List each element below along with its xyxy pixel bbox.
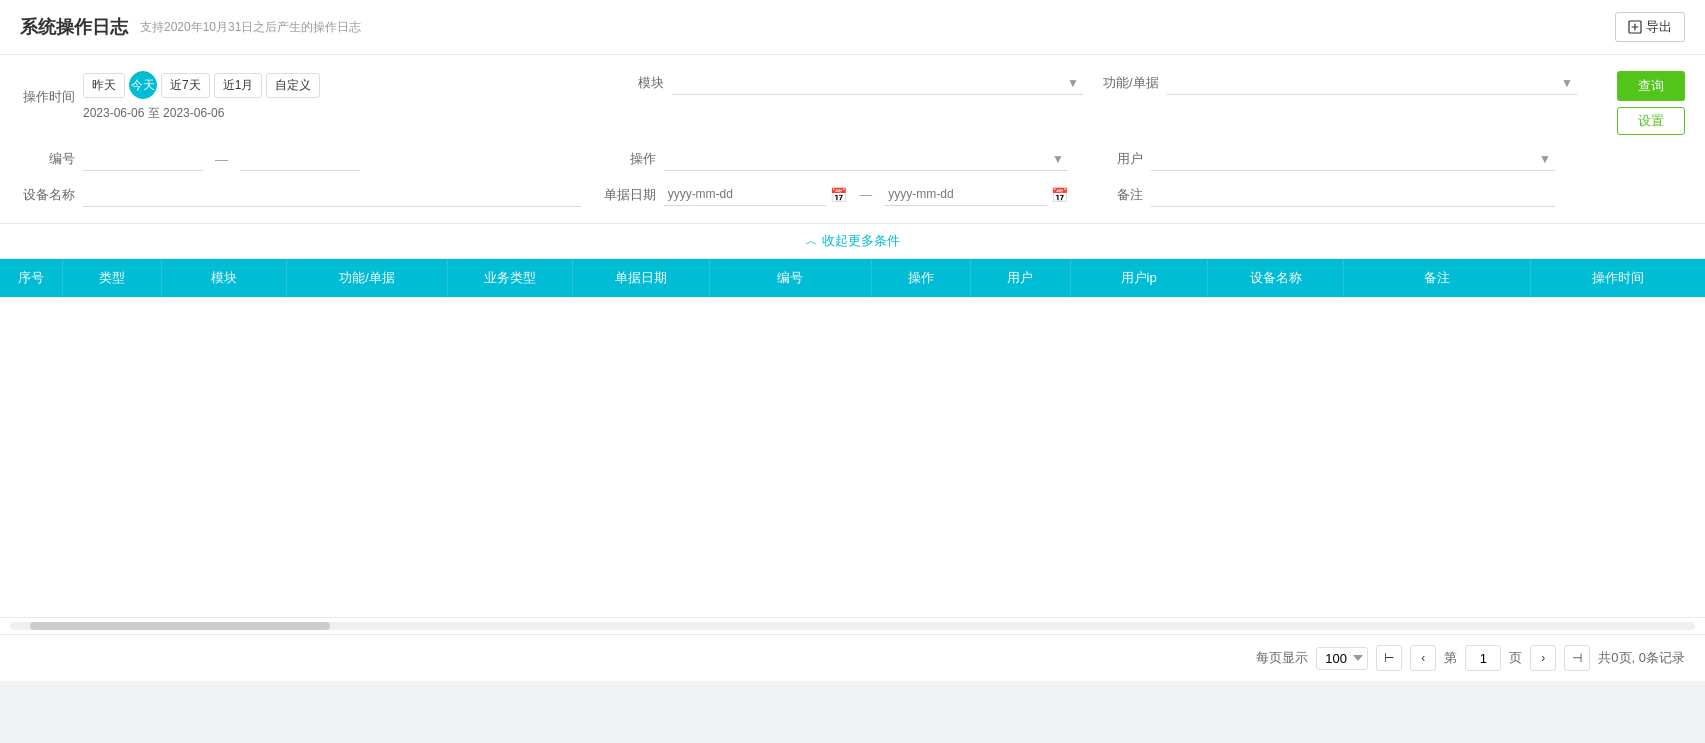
- operation-label: 操作: [601, 150, 656, 168]
- module-select-wrapper: ▼: [672, 71, 1083, 95]
- module-select[interactable]: [672, 71, 1083, 95]
- next-page-button[interactable]: ›: [1530, 645, 1556, 671]
- func-label: 功能/单据: [1103, 74, 1159, 92]
- collapse-bar[interactable]: ︿ 收起更多条件: [0, 224, 1705, 259]
- filter-row-2: 编号 — 操作 ▼ 用户 ▼: [20, 147, 1685, 171]
- page-header: 系统操作日志 支持2020年10月31日之后产生的操作日志 导出: [0, 0, 1705, 55]
- filter-func: 功能/单据 ▼: [1103, 71, 1577, 95]
- table-header-row: 序号 类型 模块 功能/单据 业务类型 单据日期 编号 操作 用户 用户ip 设…: [0, 259, 1705, 297]
- number-input-from[interactable]: [83, 147, 203, 171]
- filter-section: 操作时间 昨天 今天 近7天 近1月 自定义 2023-06-06 至 2023…: [0, 55, 1705, 224]
- prev-page-button[interactable]: ‹: [1410, 645, 1436, 671]
- col-user-ip: 用户ip: [1070, 259, 1207, 297]
- page-text: 第: [1444, 649, 1457, 667]
- date-from-input[interactable]: [664, 183, 827, 206]
- filter-row-1: 操作时间 昨天 今天 近7天 近1月 自定义 2023-06-06 至 2023…: [20, 71, 1685, 135]
- func-select[interactable]: [1167, 71, 1577, 95]
- table-container: 序号 类型 模块 功能/单据 业务类型 单据日期 编号 操作 用户 用户ip 设…: [0, 259, 1705, 617]
- export-label: 导出: [1646, 18, 1672, 36]
- col-remark: 备注: [1344, 259, 1531, 297]
- col-voucher-date: 单据日期: [572, 259, 709, 297]
- filter-operation: 操作 ▼: [601, 147, 1068, 171]
- collapse-icon: ︿: [805, 233, 818, 248]
- time-btn-custom[interactable]: 自定义: [266, 73, 320, 98]
- operation-select[interactable]: [664, 147, 1068, 171]
- time-label: 操作时间: [20, 88, 75, 106]
- filter-row-3: 设备名称 单据日期 📅 — 📅 备注: [20, 183, 1685, 207]
- operation-select-wrapper: ▼: [664, 147, 1068, 171]
- last-page-button[interactable]: ⊣: [1564, 645, 1590, 671]
- date-dash: —: [855, 187, 876, 202]
- scrollbar-track: [10, 622, 1695, 630]
- page-size-wrapper: 20 50 100 200: [1316, 647, 1368, 670]
- total-info: 共0页, 0条记录: [1598, 649, 1685, 667]
- export-icon: [1628, 20, 1642, 34]
- filter-user: 用户 ▼: [1088, 147, 1555, 171]
- number-dash: —: [211, 152, 232, 167]
- device-label: 设备名称: [20, 186, 75, 204]
- col-biz-type: 业务类型: [448, 259, 572, 297]
- filter-time: 操作时间 昨天 今天 近7天 近1月 自定义 2023-06-06 至 2023…: [20, 71, 589, 122]
- page-subtitle: 支持2020年10月31日之后产生的操作日志: [140, 19, 361, 36]
- settings-button[interactable]: 设置: [1617, 107, 1685, 135]
- remark-label: 备注: [1088, 186, 1143, 204]
- time-btn-today[interactable]: 今天: [129, 71, 157, 99]
- collapse-label: 收起更多条件: [822, 233, 900, 248]
- page-label: 页: [1509, 649, 1522, 667]
- filter-voucher-date: 单据日期 📅 — 📅: [601, 183, 1068, 206]
- col-device: 设备名称: [1207, 259, 1344, 297]
- export-button[interactable]: 导出: [1615, 12, 1685, 42]
- device-input[interactable]: [83, 183, 581, 207]
- page-title: 系统操作日志: [20, 15, 128, 39]
- empty-area: [0, 297, 1705, 617]
- time-btn-7days[interactable]: 近7天: [161, 73, 210, 98]
- calendar-to-icon[interactable]: 📅: [1051, 187, 1068, 203]
- pagination: 每页显示 20 50 100 200 ⊢ ‹ 第 页 › ⊣ 共0页, 0条记录: [0, 634, 1705, 681]
- user-select-wrapper: ▼: [1151, 147, 1555, 171]
- user-label: 用户: [1088, 150, 1143, 168]
- first-page-button[interactable]: ⊢: [1376, 645, 1402, 671]
- col-module: 模块: [162, 259, 286, 297]
- date-from-wrapper: 📅: [664, 183, 848, 206]
- remark-input[interactable]: [1151, 183, 1555, 207]
- filter-number: 编号 —: [20, 147, 581, 171]
- user-select[interactable]: [1151, 147, 1555, 171]
- col-user: 用户: [971, 259, 1071, 297]
- page-size-select[interactable]: 20 50 100 200: [1316, 647, 1368, 670]
- scrollbar-container: [0, 617, 1705, 634]
- voucher-date-label: 单据日期: [601, 186, 656, 204]
- col-type: 类型: [62, 259, 162, 297]
- col-func: 功能/单据: [286, 259, 448, 297]
- filter-device: 设备名称: [20, 183, 581, 207]
- filter-remark: 备注: [1088, 183, 1555, 207]
- col-number: 编号: [709, 259, 871, 297]
- action-buttons: 查询 设置: [1617, 71, 1685, 135]
- table-header: 序号 类型 模块 功能/单据 业务类型 单据日期 编号 操作 用户 用户ip 设…: [0, 259, 1705, 297]
- number-label: 编号: [20, 150, 75, 168]
- data-table: 序号 类型 模块 功能/单据 业务类型 单据日期 编号 操作 用户 用户ip 设…: [0, 259, 1705, 297]
- filter-module: 模块 ▼: [609, 71, 1083, 95]
- time-buttons: 昨天 今天 近7天 近1月 自定义: [83, 71, 320, 99]
- time-range-display: 2023-06-06 至 2023-06-06: [83, 105, 320, 122]
- date-to-input[interactable]: [884, 183, 1047, 206]
- time-btn-1month[interactable]: 近1月: [214, 73, 263, 98]
- time-btn-yesterday[interactable]: 昨天: [83, 73, 125, 98]
- col-index: 序号: [0, 259, 62, 297]
- col-operation: 操作: [871, 259, 971, 297]
- scrollbar-thumb[interactable]: [30, 622, 330, 630]
- page-size-label: 每页显示: [1256, 649, 1308, 667]
- page-number-input[interactable]: [1465, 645, 1501, 671]
- time-options-block: 昨天 今天 近7天 近1月 自定义 2023-06-06 至 2023-06-0…: [83, 71, 320, 122]
- func-select-wrapper: ▼: [1167, 71, 1577, 95]
- query-button[interactable]: 查询: [1617, 71, 1685, 101]
- calendar-from-icon[interactable]: 📅: [830, 187, 847, 203]
- module-label: 模块: [609, 74, 664, 92]
- col-op-time: 操作时间: [1531, 259, 1705, 297]
- number-input-to[interactable]: [240, 147, 360, 171]
- date-to-wrapper: 📅: [884, 183, 1068, 206]
